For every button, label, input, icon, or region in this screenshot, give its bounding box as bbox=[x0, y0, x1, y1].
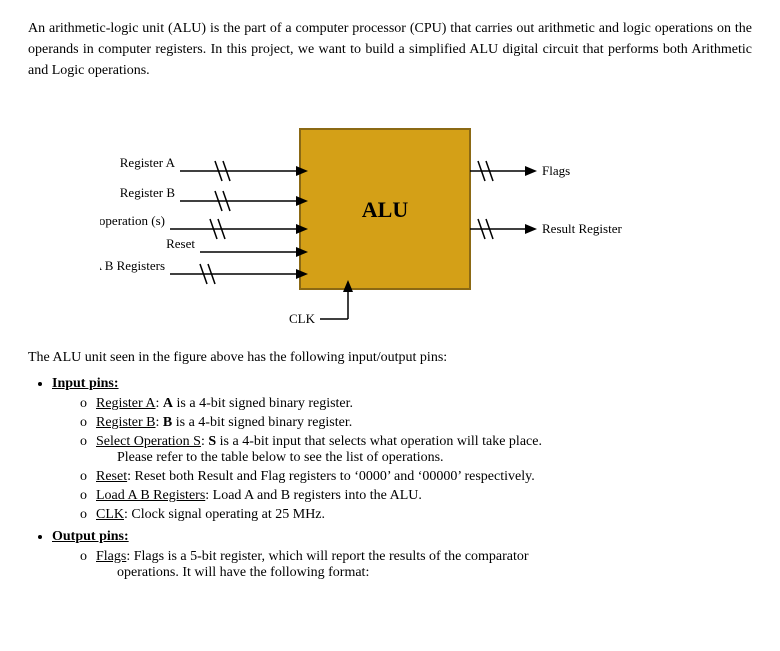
alu-diagram: ALU Register A Register B Select operati… bbox=[28, 99, 752, 329]
register-a-term: Register A bbox=[96, 396, 156, 411]
select-op-item: Select Operation S: S is a 4-bit input t… bbox=[76, 434, 752, 466]
register-b-desc: : B is a 4-bit signed binary register. bbox=[156, 415, 353, 430]
reset-item: Reset: Reset both Result and Flag regist… bbox=[76, 469, 752, 485]
input-pins-item: Input pins: Register A: A is a 4-bit sig… bbox=[52, 376, 752, 523]
register-b-term: Register B bbox=[96, 415, 156, 430]
input-sub-list: Register A: A is a 4-bit signed binary r… bbox=[76, 396, 752, 523]
svg-text:Reset: Reset bbox=[166, 236, 195, 251]
svg-text:Register A: Register A bbox=[120, 155, 176, 170]
reset-desc: : Reset both Result and Flag registers t… bbox=[127, 469, 535, 484]
load-ab-item: Load A B Registers: Load A and B registe… bbox=[76, 488, 752, 504]
svg-text:Select operation (s): Select operation (s) bbox=[100, 213, 165, 228]
register-a-desc: : A is a 4-bit signed binary register. bbox=[156, 396, 354, 411]
svg-text:ALU: ALU bbox=[362, 197, 409, 222]
register-a-item: Register A: A is a 4-bit signed binary r… bbox=[76, 396, 752, 412]
flags-desc: : Flags is a 5-bit register, which will … bbox=[96, 549, 529, 580]
output-pins-item: Output pins: Flags: Flags is a 5-bit reg… bbox=[52, 529, 752, 581]
svg-text:Result Register: Result Register bbox=[542, 221, 622, 236]
load-ab-desc: : Load A and B registers into the ALU. bbox=[205, 488, 422, 503]
pins-list: Input pins: Register A: A is a 4-bit sig… bbox=[52, 376, 752, 581]
svg-text:Flags: Flags bbox=[542, 163, 570, 178]
svg-text:CLK: CLK bbox=[289, 311, 316, 326]
svg-text:Load A B Registers: Load A B Registers bbox=[100, 258, 165, 273]
reset-term: Reset bbox=[96, 469, 127, 484]
clk-term: CLK bbox=[96, 507, 124, 522]
select-op-term: Select Operation S bbox=[96, 434, 201, 449]
input-heading: Input pins: bbox=[52, 376, 119, 391]
output-heading: Output pins: bbox=[52, 529, 129, 544]
description-paragraph: The ALU unit seen in the figure above ha… bbox=[28, 347, 752, 368]
register-b-item: Register B: B is a 4-bit signed binary r… bbox=[76, 415, 752, 431]
flags-item: Flags: Flags is a 5-bit register, which … bbox=[76, 549, 752, 581]
intro-paragraph: An arithmetic-logic unit (ALU) is the pa… bbox=[28, 18, 752, 81]
flags-term: Flags bbox=[96, 549, 126, 564]
clk-desc: : Clock signal operating at 25 MHz. bbox=[124, 507, 325, 522]
clk-item: CLK: Clock signal operating at 25 MHz. bbox=[76, 507, 752, 523]
output-sub-list: Flags: Flags is a 5-bit register, which … bbox=[76, 549, 752, 581]
load-ab-term: Load A B Registers bbox=[96, 488, 205, 503]
svg-text:Register B: Register B bbox=[120, 185, 176, 200]
